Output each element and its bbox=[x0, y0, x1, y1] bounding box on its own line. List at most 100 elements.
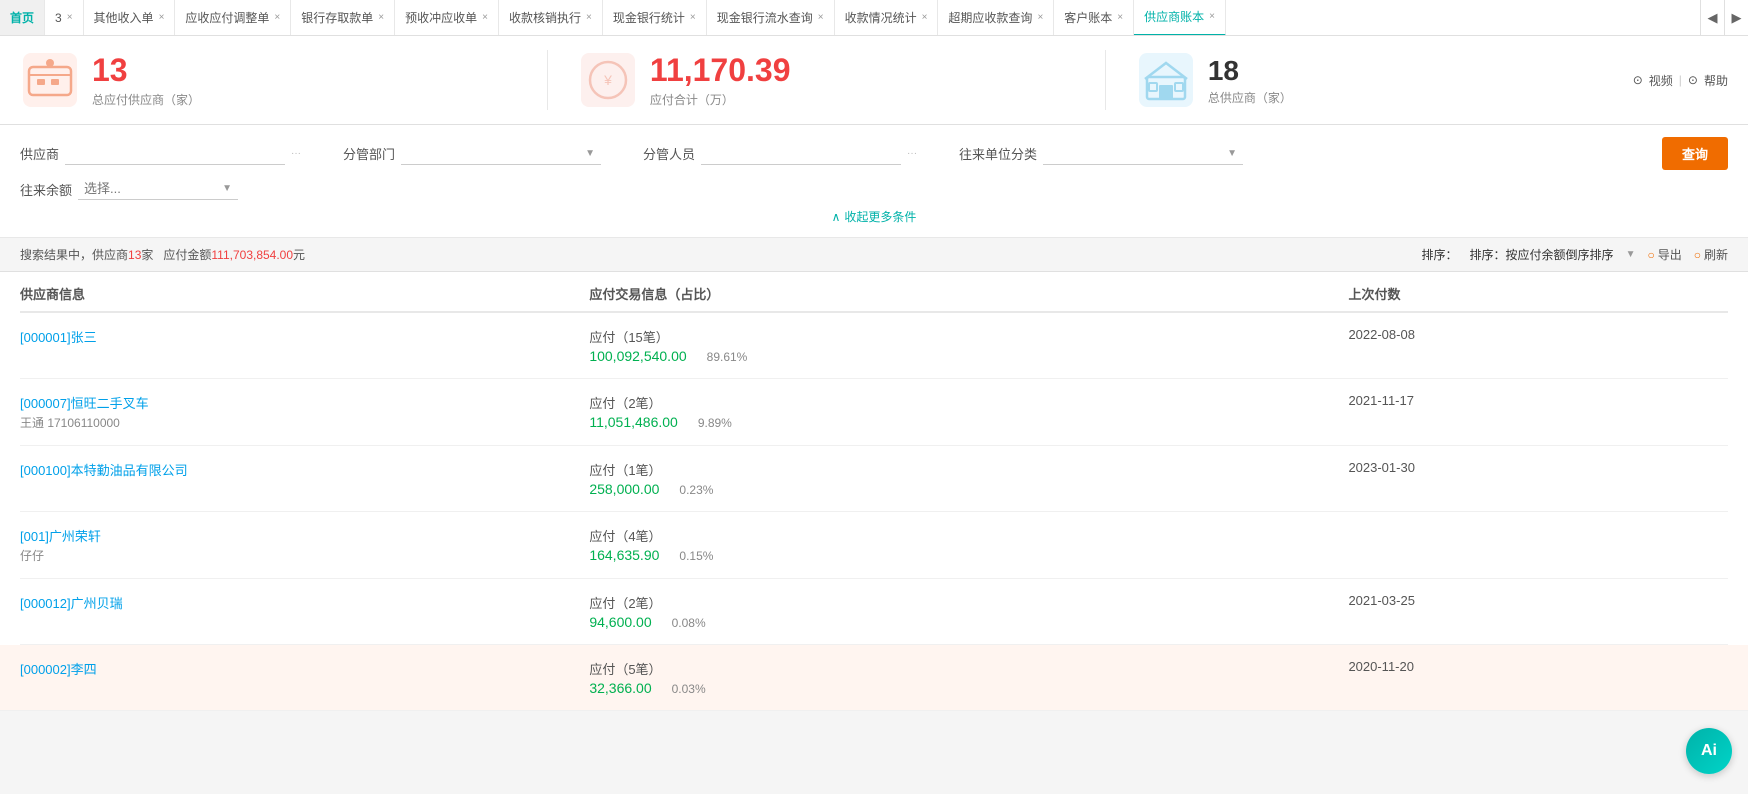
export-button[interactable]: ○ 导出 bbox=[1647, 246, 1681, 263]
nav-tab-bank-deposit[interactable]: 银行存取款单 × bbox=[291, 0, 395, 36]
payable-amount-4[interactable]: 164,635.90 bbox=[589, 547, 659, 563]
payable-info-6: 应付（5笔） 32,366.00 0.03% bbox=[589, 659, 1348, 696]
unit-class-filter-label: 往来单位分类 bbox=[959, 144, 1037, 163]
help-link[interactable]: 帮助 bbox=[1704, 72, 1728, 89]
summary-bar: 13 总应付供应商（家） ¥ 11,170.39 应付合计（万） bbox=[0, 36, 1748, 125]
table-row: [000002]李四 应付（5笔） 32,366.00 0.03% 2020-1… bbox=[0, 645, 1748, 711]
filter-row-2: 往来余额 ▼ bbox=[20, 178, 1728, 200]
nav-tab-receipt-verify[interactable]: 收款核销执行 × bbox=[499, 0, 603, 36]
nav-tab-cash-bank-flow-label: 现金银行流水查询 bbox=[717, 9, 813, 26]
nav-tab-overdue-ar[interactable]: 超期应收款查询 × bbox=[938, 0, 1054, 36]
payable-pct-5: 0.08% bbox=[672, 616, 706, 630]
nav-next-button[interactable]: ▶ bbox=[1724, 0, 1748, 36]
payable-amount-3[interactable]: 258,000.00 bbox=[589, 481, 659, 497]
supplier-sub-2: 王通 17106110000 bbox=[20, 414, 589, 431]
nav-tab-other-income-close[interactable]: × bbox=[159, 12, 165, 23]
payable-pct-4: 0.15% bbox=[679, 549, 713, 563]
supplier-link-6[interactable]: [000002]李四 bbox=[20, 662, 97, 677]
supplier-link-1[interactable]: [000001]张三 bbox=[20, 330, 97, 345]
supplier-link-5[interactable]: [000012]广州贝瑞 bbox=[20, 596, 123, 611]
collapse-up-icon: ∧ bbox=[832, 210, 841, 224]
supplier-link-2[interactable]: [000007]恒旺二手叉车 bbox=[20, 396, 149, 411]
nav-tab-cash-bank-flow[interactable]: 现金银行流水查询 × bbox=[707, 0, 835, 36]
sort-value[interactable]: 排序：按应付余额倒序排序 bbox=[1470, 246, 1614, 263]
filter-item-supplier: 供应商 ··· bbox=[20, 143, 301, 165]
filter-bar: 供应商 ··· 分管部门 ▼ 分管人员 ··· 往来单位分类 ▼ 查询 bbox=[0, 125, 1748, 238]
balance-filter-select[interactable]: ▼ bbox=[78, 178, 238, 200]
sort-chevron-icon[interactable]: ▼ bbox=[1626, 249, 1636, 260]
unit-class-filter-select[interactable]: ▼ bbox=[1043, 143, 1243, 165]
nav-tab-3[interactable]: 3 × bbox=[45, 0, 84, 36]
filter-item-unit-class: 往来单位分类 ▼ bbox=[959, 143, 1243, 165]
export-icon: ○ bbox=[1647, 248, 1654, 262]
payable-amount-2[interactable]: 11,051,486.00 bbox=[589, 414, 678, 430]
export-label: 导出 bbox=[1658, 246, 1682, 263]
result-actions: 排序： 排序：按应付余额倒序排序 ▼ ○ 导出 ○ 刷新 bbox=[1422, 246, 1728, 263]
nav-tab-supplier-ledger[interactable]: 供应商账本 × bbox=[1134, 0, 1226, 36]
nav-tab-receipt-stat-close[interactable]: × bbox=[922, 12, 928, 23]
dept-filter-select[interactable]: ▼ bbox=[401, 143, 601, 165]
nav-tab-3-close[interactable]: × bbox=[67, 12, 73, 23]
supplier-filter-input[interactable] bbox=[65, 143, 285, 165]
payable-info-2: 应付（2笔） 11,051,486.00 9.89% bbox=[589, 393, 1348, 430]
payable-row-1: 100,092,540.00 89.61% bbox=[589, 346, 1348, 364]
nav-tab-ar-ap-adj-close[interactable]: × bbox=[274, 12, 280, 23]
nav-tab-cash-bank-stat-close[interactable]: × bbox=[690, 12, 696, 23]
payable-amount-1[interactable]: 100,092,540.00 bbox=[589, 348, 686, 364]
last-pay-date-2: 2021-11-17 bbox=[1348, 393, 1414, 408]
nav-tab-cash-bank-flow-close[interactable]: × bbox=[818, 12, 824, 23]
supplier-filter-label: 供应商 bbox=[20, 144, 59, 163]
collapse-button[interactable]: ∧ 收起更多条件 bbox=[832, 208, 917, 225]
dept-filter-input[interactable] bbox=[407, 146, 585, 161]
payable-row-3: 258,000.00 0.23% bbox=[589, 479, 1348, 497]
payable-info-3: 应付（1笔） 258,000.00 0.23% bbox=[589, 460, 1348, 497]
nav-tab-supplier-ledger-close[interactable]: × bbox=[1209, 11, 1215, 22]
nav-tab-other-income[interactable]: 其他收入单 × bbox=[84, 0, 176, 36]
balance-filter-input[interactable] bbox=[84, 181, 222, 196]
nav-tab-prepay-ar[interactable]: 预收冲应收单 × bbox=[395, 0, 499, 36]
supplier-filter-ellipsis[interactable]: ··· bbox=[291, 148, 301, 159]
nav-tab-home[interactable]: 首页 bbox=[0, 0, 45, 36]
supplier-count-number: 13 bbox=[92, 52, 200, 89]
payable-info-5: 应付（2笔） 94,600.00 0.08% bbox=[589, 593, 1348, 630]
nav-tab-overdue-ar-close[interactable]: × bbox=[1037, 12, 1043, 23]
summary-card-suppliers: 13 总应付供应商（家） bbox=[20, 50, 517, 110]
ai-assistant-button[interactable]: Ai bbox=[1686, 728, 1732, 774]
top-right-links: ⊙ 视频 | ⊙ 帮助 bbox=[1633, 72, 1728, 89]
payable-row-6: 32,366.00 0.03% bbox=[589, 678, 1348, 696]
nav-tab-supplier-ledger-label: 供应商账本 bbox=[1144, 8, 1204, 25]
supplier-link-4[interactable]: [001]广州荣轩 bbox=[20, 529, 101, 544]
nav-tab-prepay-ar-close[interactable]: × bbox=[482, 12, 488, 23]
payable-amount-5[interactable]: 94,600.00 bbox=[589, 614, 651, 630]
nav-tab-ar-ap-adj-label: 应收应付调整单 bbox=[185, 9, 269, 26]
supplier-link-3[interactable]: [000100]本特勤油品有限公司 bbox=[20, 463, 188, 478]
collapse-label: 收起更多条件 bbox=[844, 208, 916, 225]
balance-chevron-icon: ▼ bbox=[222, 183, 232, 194]
payable-amount-6[interactable]: 32,366.00 bbox=[589, 680, 651, 696]
nav-tab-receipt-stat[interactable]: 收款情况统计 × bbox=[835, 0, 939, 36]
video-link[interactable]: 视频 bbox=[1649, 72, 1673, 89]
nav-tab-bank-deposit-close[interactable]: × bbox=[378, 12, 384, 23]
unit-class-filter-input[interactable] bbox=[1049, 146, 1227, 161]
person-filter-ellipsis[interactable]: ··· bbox=[907, 148, 917, 159]
refresh-label: 刷新 bbox=[1704, 246, 1728, 263]
query-button[interactable]: 查询 bbox=[1662, 137, 1728, 170]
payable-amount-label: 应付合计（万） bbox=[650, 91, 791, 108]
nav-tab-cash-bank-stat[interactable]: 现金银行统计 × bbox=[603, 0, 707, 36]
result-bar: 搜索结果中，供应商13家 应付金额111,703,854.00元 排序： 排序：… bbox=[0, 238, 1748, 272]
nav-tab-ar-ap-adj[interactable]: 应收应付调整单 × bbox=[175, 0, 291, 36]
col-header-supplier: 供应商信息 bbox=[20, 284, 589, 303]
nav-tab-customer-ledger-close[interactable]: × bbox=[1117, 12, 1123, 23]
nav-prev-button[interactable]: ◀ bbox=[1700, 0, 1724, 36]
person-filter-input[interactable] bbox=[701, 143, 901, 165]
table-header: 供应商信息 应付交易信息（占比） 上次付数 bbox=[20, 272, 1728, 313]
balance-filter-label: 往来余额 bbox=[20, 180, 72, 199]
nav-tab-receipt-verify-close[interactable]: × bbox=[586, 12, 592, 23]
table-row: [000100]本特勤油品有限公司 应付（1笔） 258,000.00 0.23… bbox=[20, 446, 1728, 512]
top-nav: 首页 3 × 其他收入单 × 应收应付调整单 × 银行存取款单 × 预收冲应收单… bbox=[0, 0, 1748, 36]
nav-tab-customer-ledger[interactable]: 客户账本 × bbox=[1054, 0, 1134, 36]
table-row: [000007]恒旺二手叉车 王通 17106110000 应付（2笔） 11,… bbox=[20, 379, 1728, 446]
col-header-lastpay: 上次付数 bbox=[1348, 284, 1728, 303]
payable-label-3: 应付（1笔） bbox=[589, 460, 1348, 479]
refresh-button[interactable]: ○ 刷新 bbox=[1694, 246, 1728, 263]
